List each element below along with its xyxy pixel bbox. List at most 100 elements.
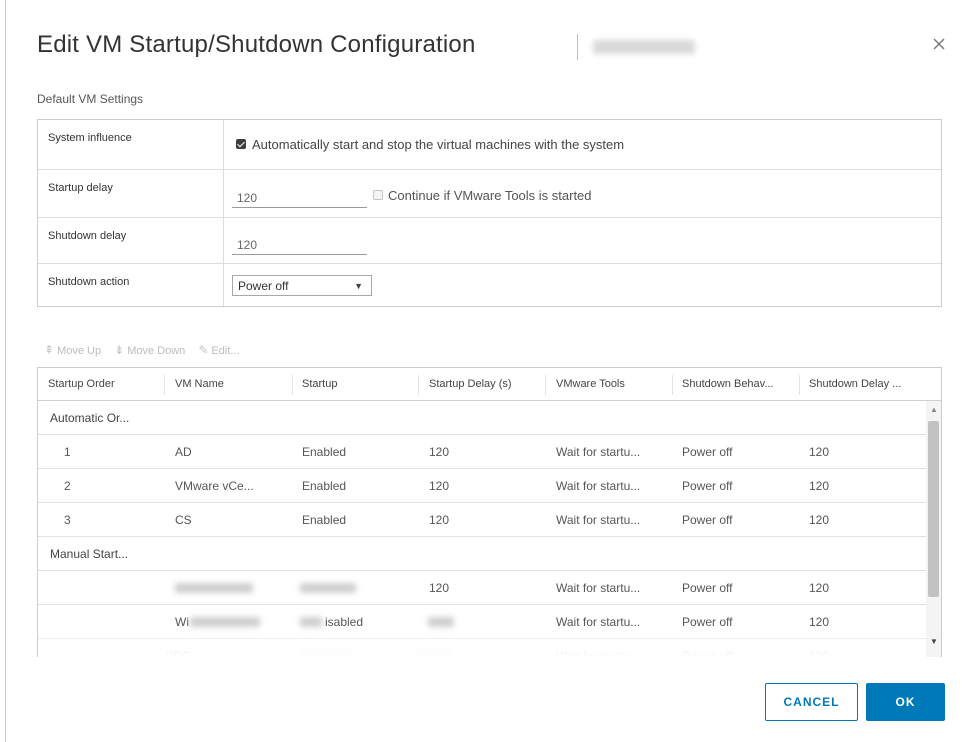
shutdown-action-select[interactable]: Power off ▼: [232, 275, 372, 296]
cell-vmware-tools: Wait for startu...: [556, 479, 641, 493]
col-vm-name[interactable]: VM Name: [175, 378, 224, 390]
move-up-icon: ⇞: [44, 343, 55, 357]
grid-toolbar: ⇞ Move Up ⇟ Move Down ✎ Edit...: [44, 343, 250, 359]
startup-delay-row: Startup delay Continue if VMware Tools i…: [38, 170, 941, 218]
move-down-button[interactable]: ⇟ Move Down: [114, 343, 185, 357]
cell-startup: isabled: [325, 615, 364, 629]
system-influence-label: System influence: [38, 120, 224, 169]
redacted-vm-name: [175, 583, 253, 593]
shutdown-action-row: Shutdown action Power off ▼: [38, 264, 941, 306]
cell-startup-delay: 120: [429, 581, 450, 595]
cancel-button[interactable]: CANCEL: [765, 683, 858, 721]
grid-header: Startup Order VM Name Startup Startup De…: [38, 368, 941, 401]
table-row[interactable]: 1 AD Enabled 120 Wait for startu... Powe…: [38, 435, 926, 469]
shutdown-delay-input[interactable]: [232, 235, 367, 255]
cell-order: 3: [64, 513, 71, 527]
cell-startup-delay: 120: [429, 513, 450, 527]
redacted-startup-delay: [428, 617, 454, 627]
close-button[interactable]: [929, 34, 949, 54]
cell-vm-name: DDC: [165, 649, 191, 657]
move-up-button[interactable]: ⇞ Move Up: [44, 343, 101, 357]
cell-shutdown-behavior: Power off: [682, 581, 733, 595]
group-row-manual[interactable]: Manual Start...: [38, 537, 926, 571]
col-shutdown-behavior[interactable]: Shutdown Behav...: [682, 378, 774, 390]
redacted-startup: [300, 617, 322, 627]
cell-shutdown-behavior: Power off: [682, 615, 733, 629]
redacted-startup-delay: [416, 651, 452, 657]
close-icon: [933, 38, 945, 50]
cell-shutdown-behavior: Power off: [682, 445, 733, 459]
move-down-icon: ⇟: [114, 343, 125, 357]
cell-vmware-tools: Wait for startu...: [556, 445, 641, 459]
cell-startup-delay: 120: [429, 479, 450, 493]
ok-button[interactable]: OK: [866, 683, 945, 721]
cell-order: 1: [64, 445, 71, 459]
auto-start-stop-checkbox[interactable]: [236, 139, 246, 150]
col-shutdown-delay[interactable]: Shutdown Delay ...: [809, 378, 901, 390]
col-startup[interactable]: Startup: [302, 378, 337, 390]
cell-order: 2: [64, 479, 71, 493]
shutdown-action-value: Power off: [238, 279, 289, 293]
group-row-automatic[interactable]: Automatic Or...: [38, 401, 926, 435]
cell-vmware-tools: Wait for startu...: [556, 615, 641, 629]
dialog-title: Edit VM Startup/Shutdown Configuration: [37, 31, 476, 58]
table-row[interactable]: Wi isabled Wait for startu... Power off …: [38, 605, 926, 639]
cell-shutdown-delay: 120: [809, 513, 830, 527]
cell-shutdown-delay: 120: [809, 479, 830, 493]
auto-start-stop-label: Automatically start and stop the virtual…: [252, 137, 625, 152]
grid-vertical-scrollbar[interactable]: ▲ ▼: [926, 401, 941, 657]
cell-shutdown-delay: 120: [809, 649, 830, 657]
column-resizer[interactable]: [545, 375, 546, 395]
continue-if-tools-label: Continue if VMware Tools is started: [388, 188, 592, 203]
cell-vm-name: VMware vCe...: [175, 479, 254, 493]
table-row[interactable]: 3 CS Enabled 120 Wait for startu... Powe…: [38, 503, 926, 537]
cell-startup: Enabled: [302, 513, 347, 527]
section-label: Default VM Settings: [37, 92, 144, 106]
cell-startup: Enabled: [302, 479, 347, 493]
cell-vm-name: CS: [175, 513, 192, 527]
cell-shutdown-behavior: Power off: [682, 513, 733, 527]
table-row[interactable]: DDC Wait for startu... Power off 120: [38, 639, 926, 657]
title-separator: [577, 34, 578, 60]
cell-shutdown-behavior: Power off: [682, 649, 733, 657]
cell-vm-name: AD: [175, 445, 192, 459]
shutdown-delay-row: Shutdown delay: [38, 218, 941, 264]
column-resizer[interactable]: [164, 375, 165, 395]
table-row[interactable]: 2 VMware vCe... Enabled 120 Wait for sta…: [38, 469, 926, 503]
shutdown-action-label: Shutdown action: [38, 264, 224, 306]
col-startup-order[interactable]: Startup Order: [48, 378, 115, 390]
scroll-up-arrow-icon[interactable]: ▲: [930, 405, 938, 414]
dropdown-arrow-icon: ▼: [354, 281, 363, 291]
pencil-icon: ✎: [198, 343, 209, 357]
cell-vmware-tools: Wait for startu...: [556, 581, 641, 595]
scrollbar-thumb[interactable]: [928, 421, 939, 597]
continue-if-tools-checkbox[interactable]: [373, 190, 383, 201]
vm-startup-grid: Startup Order VM Name Startup Startup De…: [37, 367, 942, 657]
shutdown-delay-label: Shutdown delay: [38, 218, 224, 263]
redacted-startup: [300, 583, 356, 593]
cell-shutdown-behavior: Power off: [682, 479, 733, 493]
col-vmware-tools[interactable]: VMware Tools: [556, 378, 625, 390]
col-startup-delay[interactable]: Startup Delay (s): [429, 378, 512, 390]
cell-vm-name: Wi: [175, 615, 189, 629]
auto-start-stop-option[interactable]: Automatically start and stop the virtual…: [236, 137, 624, 152]
edit-button[interactable]: ✎ Edit...: [198, 343, 239, 357]
startup-delay-label: Startup delay: [38, 170, 224, 217]
table-row[interactable]: 120 Wait for startu... Power off 120: [38, 571, 926, 605]
system-influence-row: System influence Automatically start and…: [38, 120, 941, 170]
cell-shutdown-delay: 120: [809, 581, 830, 595]
scroll-down-arrow-icon[interactable]: ▼: [930, 637, 938, 646]
group-label: Manual Start...: [50, 547, 129, 561]
continue-if-tools-option[interactable]: Continue if VMware Tools is started: [373, 188, 592, 203]
column-resizer[interactable]: [799, 375, 800, 395]
cell-startup: Enabled: [302, 445, 347, 459]
startup-delay-input[interactable]: [232, 188, 367, 208]
window-edge: [5, 0, 6, 742]
host-name-redacted: [593, 40, 695, 54]
cell-shutdown-delay: 120: [809, 445, 830, 459]
column-resizer[interactable]: [292, 375, 293, 395]
cell-vmware-tools: Wait for startu...: [556, 513, 641, 527]
cell-vmware-tools: Wait for startu...: [556, 649, 641, 657]
column-resizer[interactable]: [418, 375, 419, 395]
column-resizer[interactable]: [672, 375, 673, 395]
